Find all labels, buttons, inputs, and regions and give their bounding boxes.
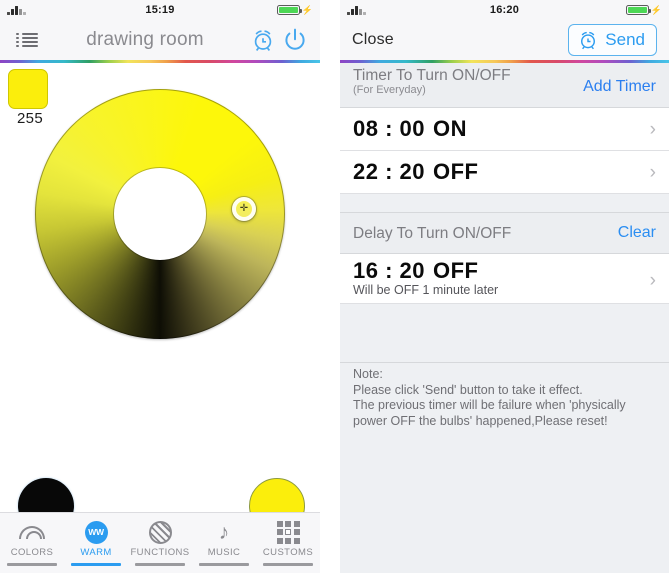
color-wheel-center bbox=[114, 168, 206, 260]
chevron-right-icon: › bbox=[649, 118, 656, 140]
tab-functions[interactable]: FUNCTIONS bbox=[128, 513, 192, 573]
color-wheel-handle[interactable]: ✛ bbox=[232, 197, 256, 221]
tab-label: MUSIC bbox=[207, 547, 241, 558]
table-row[interactable]: 08 : 00 ON › bbox=[340, 108, 669, 151]
left-nav-bar: drawing room bbox=[0, 20, 320, 60]
tab-underline bbox=[263, 563, 313, 566]
tab-underline bbox=[71, 563, 121, 566]
tab-colors[interactable]: COLORS bbox=[0, 513, 64, 573]
right-screen: 16:20 ⚡ Close Send Timer To Turn ON/OFF … bbox=[340, 0, 669, 573]
tab-warm[interactable]: WW WARM bbox=[64, 513, 128, 573]
rainbow-icon bbox=[19, 520, 45, 544]
clear-button[interactable]: Clear bbox=[618, 224, 656, 242]
power-button-icon[interactable] bbox=[280, 23, 310, 57]
chevron-right-icon: › bbox=[649, 161, 656, 183]
left-content: 255 ✛ bbox=[0, 63, 320, 534]
tab-label: FUNCTIONS bbox=[130, 547, 190, 558]
ww-circle-icon: WW bbox=[84, 520, 108, 544]
close-button[interactable]: Close bbox=[352, 31, 394, 49]
tab-underline bbox=[199, 563, 249, 566]
timer-time: 22 : 20 bbox=[353, 159, 425, 184]
delay-time: 16 : 20 bbox=[353, 258, 425, 283]
delay-row-main: 16 : 20 OFF bbox=[353, 258, 498, 284]
table-row[interactable]: 16 : 20 OFF Will be OFF 1 minute later › bbox=[340, 254, 669, 304]
note-spacer bbox=[340, 304, 669, 363]
tab-label: WARM bbox=[80, 547, 112, 558]
battery-full-icon bbox=[276, 5, 302, 15]
left-screen: 15:19 ⚡ drawing room 255 ✛ COLORS WW WAR… bbox=[0, 0, 321, 573]
delay-section-header: Delay To Turn ON/OFF Clear bbox=[340, 213, 669, 254]
lightning-bolt-icon: ⚡ bbox=[301, 4, 313, 15]
timer-state: ON bbox=[433, 116, 467, 141]
alarm-clock-icon bbox=[577, 29, 599, 51]
table-row[interactable]: 22 : 20 OFF › bbox=[340, 151, 669, 194]
panel-gutter bbox=[320, 0, 340, 573]
status-time: 15:19 bbox=[145, 4, 175, 16]
timer-row-text: 08 : 00 ON bbox=[353, 116, 467, 142]
color-wheel[interactable]: ✛ bbox=[35, 89, 285, 339]
send-button[interactable]: Send bbox=[568, 24, 657, 56]
list-menu-icon[interactable] bbox=[10, 23, 44, 57]
app-root: 15:19 ⚡ drawing room 255 ✛ COLORS WW WAR… bbox=[0, 0, 669, 573]
timer-section-subtitle: (For Everyday) bbox=[353, 84, 426, 96]
note-line: Please click 'Send' button to take it ef… bbox=[353, 382, 583, 397]
timer-section-header: Timer To Turn ON/OFF (For Everyday) Add … bbox=[340, 63, 669, 108]
timer-row-text: 22 : 20 OFF bbox=[353, 159, 479, 185]
timer-state: OFF bbox=[433, 159, 479, 184]
delay-row-text: 16 : 20 OFF Will be OFF 1 minute later bbox=[353, 258, 498, 298]
add-timer-button[interactable]: Add Timer bbox=[583, 78, 656, 96]
tab-label: CUSTOMS bbox=[262, 547, 314, 558]
battery-full-icon bbox=[625, 5, 651, 15]
timer-time: 08 : 00 bbox=[353, 116, 425, 141]
bottom-tab-bar: COLORS WW WARM FUNCTIONS ♪ MUSIC CUSTOMS bbox=[0, 512, 320, 573]
tab-music[interactable]: ♪ MUSIC bbox=[192, 513, 256, 573]
status-right-group: ⚡ bbox=[625, 4, 662, 15]
tab-underline bbox=[7, 563, 57, 566]
left-status-bar: 15:19 ⚡ bbox=[0, 0, 320, 20]
tab-underline bbox=[135, 563, 185, 566]
status-time: 16:20 bbox=[489, 4, 520, 16]
page-title: drawing room bbox=[86, 29, 204, 50]
timer-section-titles: Timer To Turn ON/OFF (For Everyday) bbox=[353, 67, 511, 97]
delay-row-sub: Will be OFF 1 minute later bbox=[353, 283, 499, 297]
note-line: The previous timer will be failure when … bbox=[353, 398, 626, 412]
hatched-circle-icon bbox=[148, 520, 172, 544]
delay-state: OFF bbox=[433, 258, 479, 283]
chevron-right-icon: › bbox=[649, 270, 656, 291]
timer-section-title: Timer To Turn ON/OFF bbox=[353, 67, 511, 84]
delay-section-title: Delay To Turn ON/OFF bbox=[353, 224, 512, 242]
lightning-bolt-icon: ⚡ bbox=[650, 4, 662, 15]
status-right-group: ⚡ bbox=[276, 4, 313, 15]
crosshair-icon: ✛ bbox=[239, 203, 249, 214]
note-line: Note: bbox=[353, 367, 383, 381]
grid-squares-icon bbox=[276, 520, 300, 544]
right-nav-bar: Close Send bbox=[340, 20, 669, 60]
send-button-label: Send bbox=[605, 30, 645, 49]
note-line: power OFF the bulbs' happened,Please res… bbox=[353, 413, 608, 428]
right-content: Timer To Turn ON/OFF (For Everyday) Add … bbox=[340, 63, 669, 573]
note-block: Note: Please click 'Send' button to take… bbox=[340, 363, 669, 429]
tab-customs[interactable]: CUSTOMS bbox=[256, 513, 320, 573]
tab-label: COLORS bbox=[10, 547, 54, 558]
section-spacer bbox=[340, 194, 669, 213]
music-note-icon: ♪ bbox=[218, 520, 230, 544]
right-status-bar: 16:20 ⚡ bbox=[340, 0, 669, 20]
alarm-clock-icon[interactable] bbox=[246, 23, 280, 57]
